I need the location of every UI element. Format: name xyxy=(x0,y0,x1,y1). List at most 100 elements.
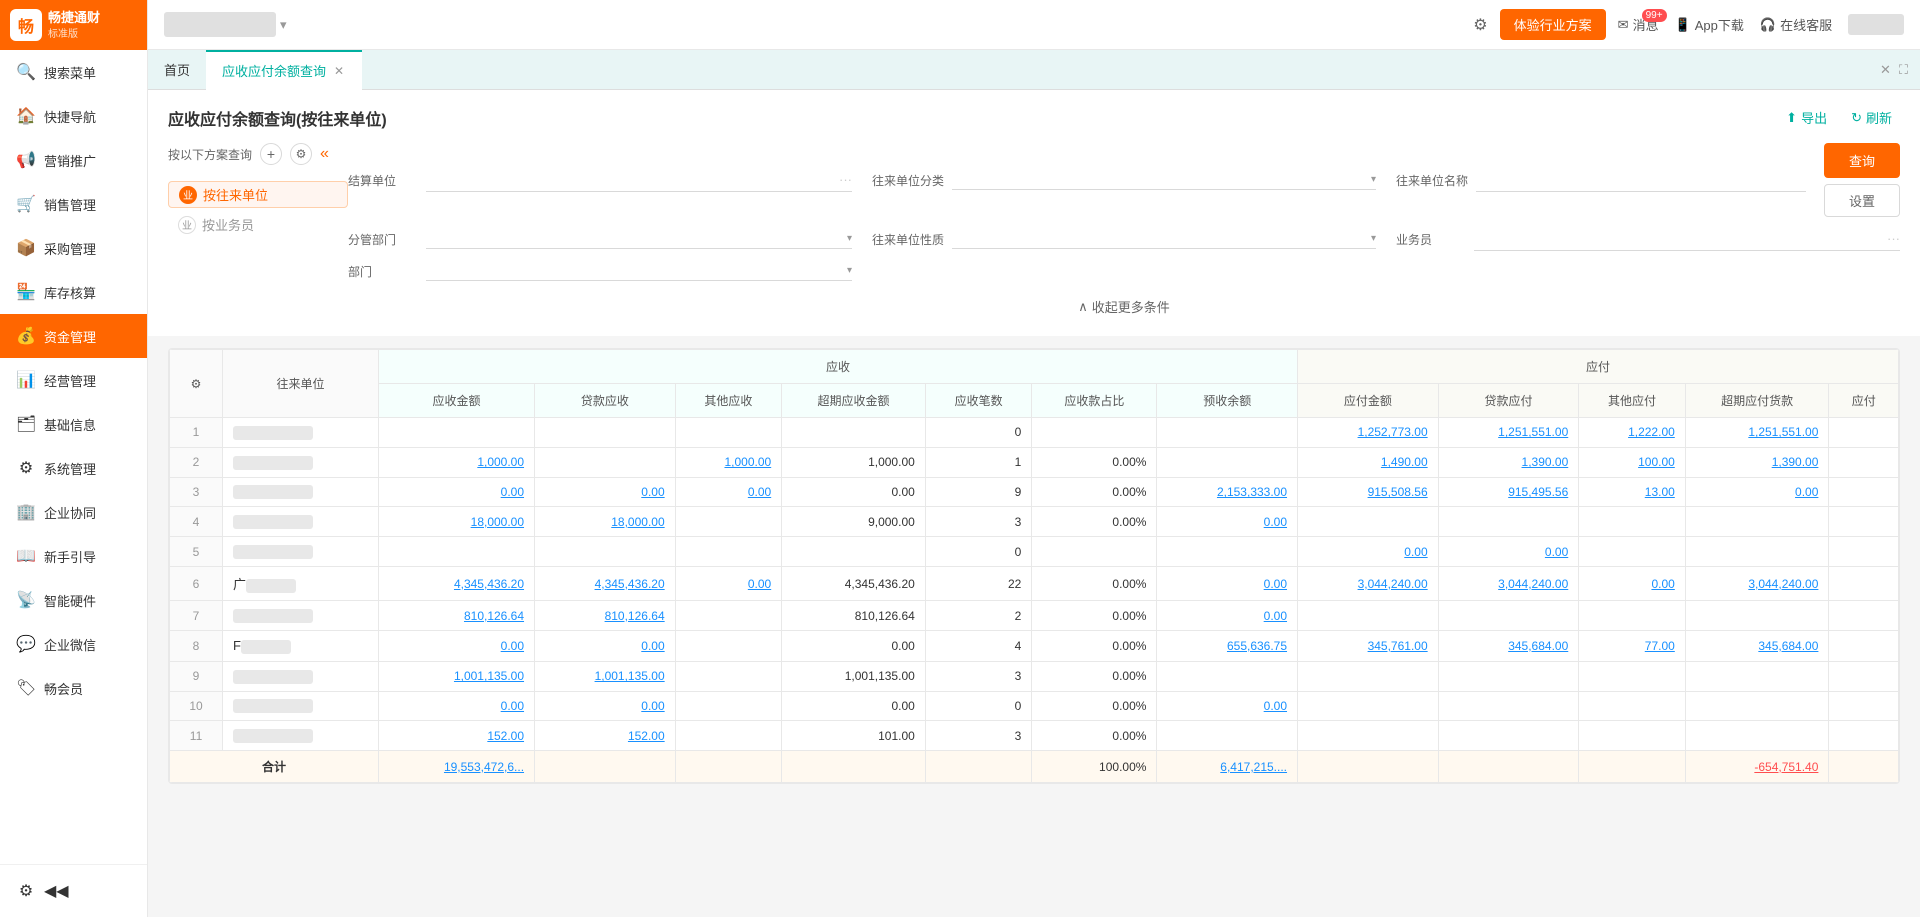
ap-loan[interactable]: 0.00 xyxy=(1438,537,1579,567)
ar-advance[interactable]: 0.00 xyxy=(1157,601,1298,631)
ap-tail[interactable] xyxy=(1829,418,1899,448)
ap-other[interactable] xyxy=(1579,537,1686,567)
tab-query[interactable]: 应收应付余额查询 ✕ xyxy=(206,50,362,90)
sidebar-item-enterprise[interactable]: 🏢 企业协同 xyxy=(0,490,147,534)
ap-tail[interactable] xyxy=(1829,601,1899,631)
sidebar-bottom-settings[interactable]: ⚙ ◀◀ xyxy=(0,873,147,909)
ap-tail[interactable] xyxy=(1829,477,1899,507)
filter-input-salesman[interactable]: ··· xyxy=(1474,227,1900,251)
ap-amount[interactable]: 1,490.00 xyxy=(1298,447,1439,477)
tab-close-all-icon[interactable]: ✕ xyxy=(1880,62,1891,78)
ar-other[interactable] xyxy=(675,691,782,721)
filter-select-partner-type[interactable]: ▾ xyxy=(952,170,1376,190)
tab-expand-icon[interactable]: ⛶ xyxy=(1899,62,1908,78)
ar-amount[interactable]: 810,126.64 xyxy=(378,601,534,631)
table-settings-header[interactable]: ⚙ xyxy=(170,350,223,418)
ap-other[interactable]: 0.00 xyxy=(1579,567,1686,601)
ar-other[interactable] xyxy=(675,630,782,661)
ar-other[interactable] xyxy=(675,721,782,751)
ap-other[interactable]: 13.00 xyxy=(1579,477,1686,507)
ar-other[interactable]: 0.00 xyxy=(675,567,782,601)
user-info[interactable]: Rit xyxy=(1848,17,1904,32)
ap-amount[interactable] xyxy=(1298,691,1439,721)
ar-advance[interactable]: 655,636.75 xyxy=(1157,630,1298,661)
ar-advance[interactable]: 0.00 xyxy=(1157,567,1298,601)
ar-loan[interactable] xyxy=(535,447,676,477)
ap-overdue[interactable]: 1,251,551.00 xyxy=(1685,418,1829,448)
ar-advance[interactable]: 0.00 xyxy=(1157,691,1298,721)
filter-input-settlement[interactable]: ··· xyxy=(426,168,852,192)
ar-other[interactable]: 1,000.00 xyxy=(675,447,782,477)
filter-input-partner-name[interactable] xyxy=(1476,168,1806,192)
ap-other[interactable]: 100.00 xyxy=(1579,447,1686,477)
ap-overdue[interactable]: 1,390.00 xyxy=(1685,447,1829,477)
ar-other[interactable] xyxy=(675,601,782,631)
ap-other[interactable]: 77.00 xyxy=(1579,630,1686,661)
ar-advance[interactable] xyxy=(1157,447,1298,477)
ap-overdue[interactable] xyxy=(1685,601,1829,631)
sidebar-item-quick-nav[interactable]: 🏠 快捷导航 xyxy=(0,94,147,138)
message-action[interactable]: ✉ 消息 99+ xyxy=(1618,15,1659,34)
ar-advance[interactable]: 2,153,333.00 xyxy=(1157,477,1298,507)
query-button[interactable]: 查询 xyxy=(1824,143,1900,178)
ar-other[interactable] xyxy=(675,661,782,691)
topbar-gear-icon[interactable]: ⚙ xyxy=(1473,15,1487,35)
ar-loan[interactable]: 0.00 xyxy=(535,630,676,661)
ap-other[interactable]: 1,222.00 xyxy=(1579,418,1686,448)
ap-loan[interactable] xyxy=(1438,601,1579,631)
refresh-btn[interactable]: ↻ 刷新 xyxy=(1843,104,1900,131)
ap-other[interactable] xyxy=(1579,691,1686,721)
ar-loan[interactable]: 0.00 xyxy=(535,477,676,507)
sidebar-item-marketing[interactable]: 📢 营销推广 xyxy=(0,138,147,182)
ap-loan[interactable] xyxy=(1438,721,1579,751)
ar-advance[interactable]: 0.00 xyxy=(1157,507,1298,537)
ar-loan[interactable]: 0.00 xyxy=(535,691,676,721)
ar-other[interactable] xyxy=(675,507,782,537)
filter-select-sub-dept[interactable]: ▾ xyxy=(426,261,852,281)
sidebar-item-member[interactable]: 🏷 畅会员 xyxy=(0,666,147,710)
ap-tail[interactable] xyxy=(1829,721,1899,751)
ap-amount[interactable] xyxy=(1298,721,1439,751)
sidebar-item-guide[interactable]: 📖 新手引导 xyxy=(0,534,147,578)
ar-amount[interactable]: 0.00 xyxy=(378,691,534,721)
ar-other[interactable]: 0.00 xyxy=(675,477,782,507)
ap-amount[interactable] xyxy=(1298,507,1439,537)
settings-button[interactable]: 设置 xyxy=(1824,184,1900,217)
filter-scheme-salesman[interactable]: 业 按业务员 xyxy=(168,212,348,237)
trial-btn[interactable]: 体验行业方案 xyxy=(1500,9,1606,40)
sidebar-item-hardware[interactable]: 📡 智能硬件 xyxy=(0,578,147,622)
sidebar-item-search-menu[interactable]: 🔍 搜索菜单 xyxy=(0,50,147,94)
ar-amount[interactable]: 4,345,436.20 xyxy=(378,567,534,601)
app-download-action[interactable]: 📱 App下载 xyxy=(1675,15,1744,34)
ar-loan[interactable]: 1,001,135.00 xyxy=(535,661,676,691)
ar-amount[interactable]: 1,000.00 xyxy=(378,447,534,477)
ap-tail[interactable] xyxy=(1829,447,1899,477)
ap-loan[interactable] xyxy=(1438,661,1579,691)
service-action[interactable]: 🎧 在线客服 xyxy=(1760,15,1832,34)
ar-advance[interactable] xyxy=(1157,661,1298,691)
ap-amount[interactable]: 345,761.00 xyxy=(1298,630,1439,661)
sidebar-item-weixin[interactable]: 💬 企业微信 xyxy=(0,622,147,666)
ar-loan[interactable] xyxy=(535,418,676,448)
filter-scheme-partner[interactable]: 业 按往来单位 xyxy=(168,181,348,208)
sidebar-item-operation[interactable]: 📊 经营管理 xyxy=(0,358,147,402)
filter-gear-btn[interactable]: ⚙ xyxy=(290,143,312,165)
ap-tail[interactable] xyxy=(1829,691,1899,721)
ar-amount[interactable]: 152.00 xyxy=(378,721,534,751)
sidebar-item-finance[interactable]: 💰 资金管理 xyxy=(0,314,147,358)
footer-ar-advance[interactable]: 6,417,215.... xyxy=(1157,751,1298,783)
ar-advance[interactable] xyxy=(1157,721,1298,751)
filter-dots-salesman[interactable]: ··· xyxy=(1887,231,1900,246)
ap-overdue[interactable]: 345,684.00 xyxy=(1685,630,1829,661)
footer-ap-overdue[interactable]: -654,751.40 xyxy=(1685,751,1829,783)
ar-amount[interactable]: 18,000.00 xyxy=(378,507,534,537)
ap-loan[interactable]: 345,684.00 xyxy=(1438,630,1579,661)
ap-overdue[interactable] xyxy=(1685,691,1829,721)
filter-dots-settlement[interactable]: ··· xyxy=(839,172,852,187)
ar-amount[interactable] xyxy=(378,418,534,448)
ap-amount[interactable]: 3,044,240.00 xyxy=(1298,567,1439,601)
ar-advance[interactable] xyxy=(1157,537,1298,567)
ap-other[interactable] xyxy=(1579,601,1686,631)
chevron-down-icon[interactable]: ▾ xyxy=(280,17,287,33)
ap-other[interactable] xyxy=(1579,661,1686,691)
